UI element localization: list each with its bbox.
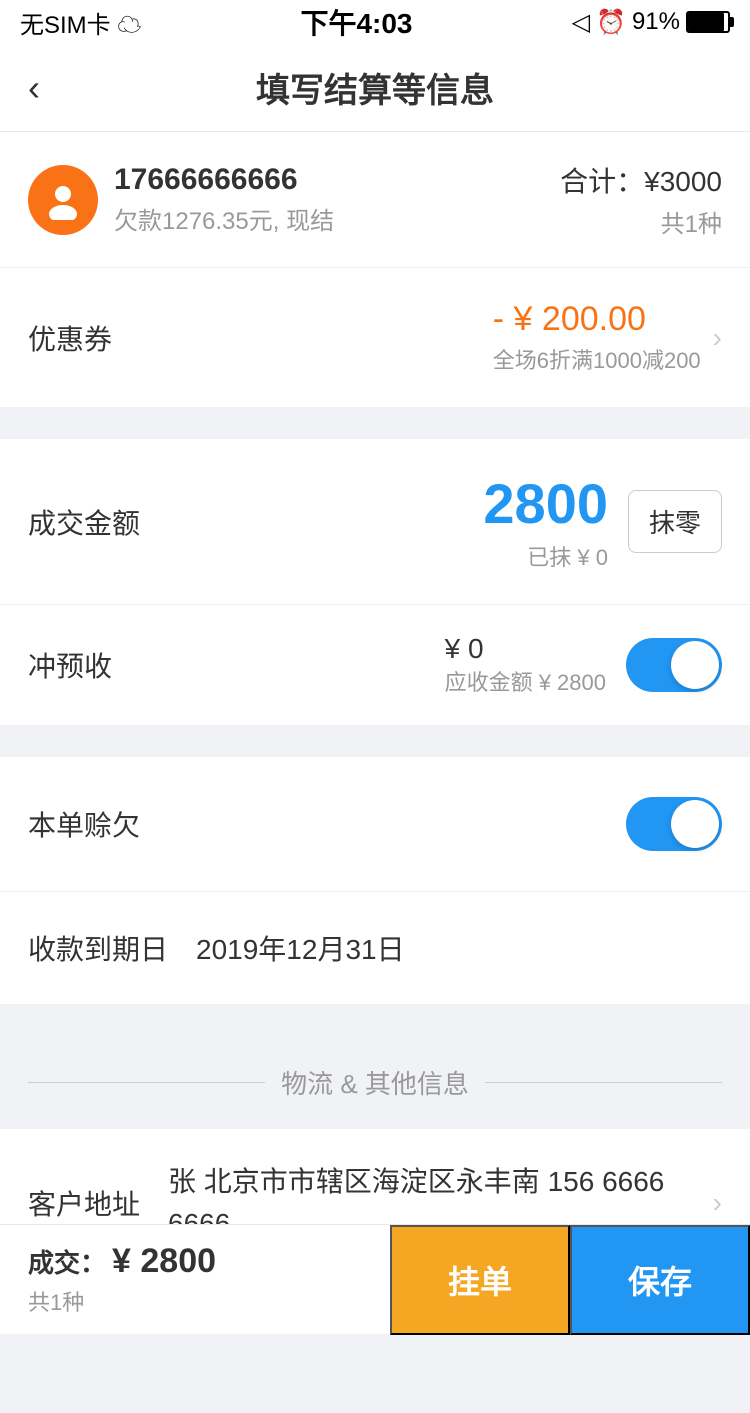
precollect-label: 冲预收 [28, 645, 112, 685]
header-line-right [485, 1082, 722, 1083]
precollect-value: ¥ 0 [445, 633, 606, 665]
debt-row: 本单赊欠 [0, 757, 750, 891]
coupon-right: - ¥ 200.00 全场6折满1000减200 › [493, 300, 722, 375]
total-count: 共1种 [560, 204, 722, 239]
coupon-label: 优惠券 [28, 318, 112, 358]
battery-percent: 91% [632, 8, 680, 36]
main-content: 17666666666 欠款1276.35元, 现结 合计：¥3000 共1种 … [0, 132, 750, 1413]
amount-sub: 已抹 ¥ 0 [483, 540, 608, 572]
avatar [28, 165, 98, 235]
round-button[interactable]: 抹零 [628, 490, 722, 553]
page-title: 填写结算等信息 [256, 63, 494, 112]
battery-icon [686, 11, 730, 33]
coupon-row[interactable]: 优惠券 - ¥ 200.00 全场6折满1000减200 › [0, 267, 750, 407]
amount-row: 成交金额 2800 已抹 ¥ 0 抹零 [0, 439, 750, 604]
status-bar: 无SIM卡 ☁ 下午4:03 ◁ ⏰ 91% [0, 0, 750, 44]
toggle-knob [671, 641, 719, 689]
total-amount: 合计：¥3000 [560, 160, 722, 200]
divider-1 [0, 423, 750, 439]
bottom-bar: 成交： ¥ 2800 共1种 挂单 保存 [0, 1224, 750, 1334]
back-button[interactable]: ‹ [28, 67, 40, 109]
customer-info: 17666666666 欠款1276.35元, 现结 [114, 163, 334, 236]
precollect-row: 冲预收 ¥ 0 应收金额 ¥ 2800 [0, 604, 750, 725]
customer-subtext: 欠款1276.35元, 现结 [114, 201, 334, 236]
address-label: 客户地址 [28, 1183, 140, 1223]
bottom-count: 共1种 [28, 1285, 362, 1317]
customer-card: 17666666666 欠款1276.35元, 现结 合计：¥3000 共1种 … [0, 132, 750, 407]
nav-bar: ‹ 填写结算等信息 [0, 44, 750, 132]
coupon-desc: 全场6折满1000减200 [493, 343, 701, 375]
customer-phone: 17666666666 [114, 163, 334, 197]
bottom-label: 成交： [28, 1243, 106, 1280]
location-icon: ◁ [572, 8, 590, 37]
amount-label: 成交金额 [28, 502, 140, 542]
precollect-toggle[interactable] [626, 638, 722, 692]
bottom-amount: ¥ 2800 [112, 1242, 216, 1281]
debt-label: 本单赊欠 [28, 804, 140, 844]
debt-toggle[interactable] [626, 797, 722, 851]
duedate-label: 收款到期日 [28, 928, 168, 968]
hang-button[interactable]: 挂单 [390, 1225, 570, 1335]
transaction-card: 成交金额 2800 已抹 ¥ 0 抹零 冲预收 ¥ 0 应收金额 ¥ 2800 [0, 439, 750, 725]
precollect-right: ¥ 0 应收金额 ¥ 2800 [445, 633, 722, 697]
amount-value: 2800 [483, 471, 608, 536]
status-left: 无SIM卡 ☁ [20, 5, 141, 40]
address-chevron-icon: › [713, 1187, 722, 1219]
save-button[interactable]: 保存 [570, 1225, 750, 1335]
bottom-info: 成交： ¥ 2800 共1种 [0, 1242, 390, 1317]
duedate-row: 收款到期日 2019年12月31日 [0, 891, 750, 1004]
customer-row: 17666666666 欠款1276.35元, 现结 合计：¥3000 共1种 [0, 132, 750, 267]
status-time: 下午4:03 [300, 2, 412, 42]
logistics-header-text: 物流 & 其他信息 [281, 1064, 469, 1101]
divider-2 [0, 741, 750, 757]
debt-toggle-knob [671, 800, 719, 848]
debt-card: 本单赊欠 收款到期日 2019年12月31日 [0, 757, 750, 1004]
customer-left: 17666666666 欠款1276.35元, 现结 [28, 163, 334, 236]
sim-label: 无SIM卡 ☁ [20, 5, 141, 40]
chevron-right-icon: › [713, 322, 722, 354]
status-right: ◁ ⏰ 91% [572, 8, 730, 37]
coupon-amount-block: - ¥ 200.00 全场6折满1000减200 [493, 300, 701, 375]
customer-right: 合计：¥3000 共1种 [560, 160, 722, 239]
bottom-amount-row: 成交： ¥ 2800 [28, 1242, 362, 1281]
amount-right: 2800 已抹 ¥ 0 抹零 [483, 471, 722, 572]
duedate-value: 2019年12月31日 [196, 928, 405, 968]
amount-block: 2800 已抹 ¥ 0 [483, 471, 608, 572]
coupon-amount: - ¥ 200.00 [493, 300, 701, 339]
divider-3 [0, 1020, 750, 1036]
precollect-sub: 应收金额 ¥ 2800 [445, 665, 606, 697]
logistics-header: 物流 & 其他信息 [0, 1036, 750, 1129]
clock-icon: ⏰ [596, 8, 626, 37]
precollect-amounts: ¥ 0 应收金额 ¥ 2800 [445, 633, 606, 697]
header-line-left [28, 1082, 265, 1083]
